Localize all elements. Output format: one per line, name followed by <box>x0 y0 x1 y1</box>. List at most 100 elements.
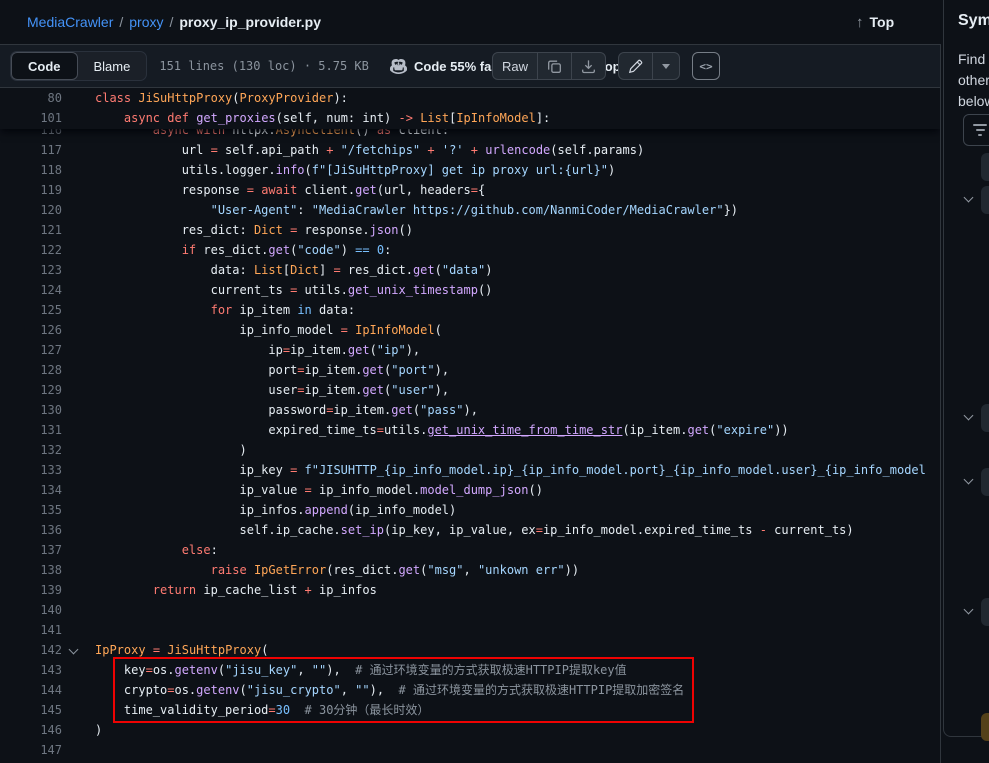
line-number[interactable]: 143 <box>0 660 62 680</box>
edit-button[interactable] <box>619 53 652 79</box>
code-line-text: time_validity_period=30 # 30分钟（最长时效） <box>95 700 429 720</box>
line-number[interactable]: 125 <box>0 300 62 320</box>
chevron-down-icon[interactable] <box>964 411 974 421</box>
line-number[interactable]: 138 <box>0 560 62 580</box>
pencil-icon <box>628 59 643 74</box>
code-line-text: ip_key = f"JISUHTTP_{ip_info_model.ip}_{… <box>95 460 926 480</box>
symbol-list-item[interactable] <box>981 713 989 741</box>
line-number[interactable]: 137 <box>0 540 62 560</box>
code-line: 130 password=ip_item.get("pass"), <box>0 400 940 420</box>
breadcrumb-repo-link[interactable]: MediaCrawler <box>27 14 113 30</box>
line-number[interactable]: 101 <box>0 108 62 128</box>
code-line-text: async def get_proxies(self, num: int) ->… <box>95 108 550 128</box>
download-button[interactable] <box>571 53 605 79</box>
code-line: 126 ip_info_model = IpInfoModel( <box>0 320 940 340</box>
chevron-down-icon[interactable] <box>964 605 974 615</box>
line-number[interactable]: 140 <box>0 600 62 620</box>
code-line: 120 "User-Agent": "MediaCrawler https://… <box>0 200 940 220</box>
symbol-list-item[interactable] <box>981 404 989 432</box>
symbol-list-item[interactable] <box>981 153 989 181</box>
line-number[interactable]: 134 <box>0 480 62 500</box>
code-symbols-icon: <> <box>699 60 712 73</box>
symbol-list-item[interactable] <box>981 598 989 626</box>
raw-button[interactable]: Raw <box>493 53 537 79</box>
file-action-buttons: Raw <box>492 52 720 80</box>
code-line-text: expired_time_ts=utils.get_unix_time_from… <box>95 420 789 440</box>
line-number[interactable]: 118 <box>0 160 62 180</box>
line-number[interactable]: 124 <box>0 280 62 300</box>
collapse-chevron-icon[interactable] <box>69 645 79 655</box>
code-line-text: ip_infos.append(ip_info_model) <box>95 500 456 520</box>
line-number[interactable]: 123 <box>0 260 62 280</box>
symbol-list-item[interactable] <box>981 186 989 214</box>
code-line: 140 <box>0 600 940 620</box>
line-number[interactable]: 121 <box>0 220 62 240</box>
line-number[interactable]: 141 <box>0 620 62 640</box>
code-line-text: else: <box>95 540 218 560</box>
edit-dropdown-button[interactable] <box>652 53 679 79</box>
page: MediaCrawler / proxy / proxy_ip_provider… <box>0 0 989 763</box>
line-number[interactable]: 142 <box>0 640 62 660</box>
filter-icon <box>973 124 987 136</box>
up-arrow-icon: ↑ <box>856 14 864 31</box>
line-number[interactable]: 130 <box>0 400 62 420</box>
breadcrumb-folder-link[interactable]: proxy <box>129 14 163 30</box>
copy-icon <box>547 59 562 74</box>
edit-button-group <box>618 52 680 80</box>
symbols-filter-input[interactable] <box>963 114 989 146</box>
line-number[interactable]: 147 <box>0 740 62 760</box>
tab-blame[interactable]: Blame <box>78 52 147 80</box>
code-line: 124 current_ts = utils.get_unix_timestam… <box>0 280 940 300</box>
copy-raw-button[interactable] <box>537 53 571 79</box>
code-line-text: response = await client.get(url, headers… <box>95 180 485 200</box>
line-number[interactable]: 127 <box>0 340 62 360</box>
line-number[interactable]: 139 <box>0 580 62 600</box>
line-number[interactable]: 133 <box>0 460 62 480</box>
line-number[interactable]: 120 <box>0 200 62 220</box>
line-number[interactable]: 131 <box>0 420 62 440</box>
line-number[interactable]: 122 <box>0 240 62 260</box>
code-line-text: res_dict: Dict = response.json() <box>95 220 413 240</box>
line-number[interactable]: 145 <box>0 700 62 720</box>
line-number[interactable]: 129 <box>0 380 62 400</box>
code-line: 129 user=ip_item.get("user"), <box>0 380 940 400</box>
back-to-top-link[interactable]: ↑ Top <box>856 0 894 44</box>
code-line-text: key=os.getenv("jisu_key", ""), # 通过环境变量的… <box>95 660 627 680</box>
line-number[interactable]: 80 <box>0 88 62 108</box>
symbols-panel-heading: Symbols <box>958 12 989 30</box>
code-line: 139 return ip_cache_list + ip_infos <box>0 580 940 600</box>
raw-button-group: Raw <box>492 52 606 80</box>
code-line: 142IpProxy = JiSuHttpProxy( <box>0 640 940 660</box>
code-line-text: ip_value = ip_info_model.model_dump_json… <box>95 480 543 500</box>
symbols-panel: Symbols Find definitions and references … <box>943 0 989 737</box>
code-line: 137 else: <box>0 540 940 560</box>
line-number[interactable]: 146 <box>0 720 62 740</box>
line-number[interactable]: 126 <box>0 320 62 340</box>
line-number[interactable]: 128 <box>0 360 62 380</box>
line-number[interactable]: 144 <box>0 680 62 700</box>
line-number[interactable]: 135 <box>0 500 62 520</box>
download-icon <box>581 59 596 74</box>
symbols-panel-toggle-button[interactable]: <> <box>692 52 720 80</box>
code-line-text: ip=ip_item.get("ip"), <box>95 340 420 360</box>
file-header-toolbar: Code Blame 151 lines (130 loc) · 5.75 KB… <box>0 44 941 88</box>
code-line-text: user=ip_item.get("user"), <box>95 380 449 400</box>
code-line-text: for ip_item in data: <box>95 300 355 320</box>
code-line-text: utils.logger.info(f"[JiSuHttpProxy] get … <box>95 160 615 180</box>
code-line: 134 ip_value = ip_info_model.model_dump_… <box>0 480 940 500</box>
code-line: 146) <box>0 720 940 740</box>
code-line-text: raise IpGetError(res_dict.get("msg", "un… <box>95 560 579 580</box>
tab-code[interactable]: Code <box>11 52 78 80</box>
line-number[interactable]: 132 <box>0 440 62 460</box>
chevron-down-icon[interactable] <box>964 193 974 203</box>
line-number[interactable]: 136 <box>0 520 62 540</box>
line-number[interactable]: 119 <box>0 180 62 200</box>
symbols-panel-description: below. <box>958 93 989 109</box>
code-line: 127 ip=ip_item.get("ip"), <box>0 340 940 360</box>
line-number[interactable]: 117 <box>0 140 62 160</box>
code-line-text: self.ip_cache.set_ip(ip_key, ip_value, e… <box>95 520 854 540</box>
symbol-list-item[interactable] <box>981 468 989 496</box>
chevron-down-icon[interactable] <box>964 475 974 485</box>
breadcrumb: MediaCrawler / proxy / proxy_ip_provider… <box>0 0 941 44</box>
code-line: 143 key=os.getenv("jisu_key", ""), # 通过环… <box>0 660 940 680</box>
